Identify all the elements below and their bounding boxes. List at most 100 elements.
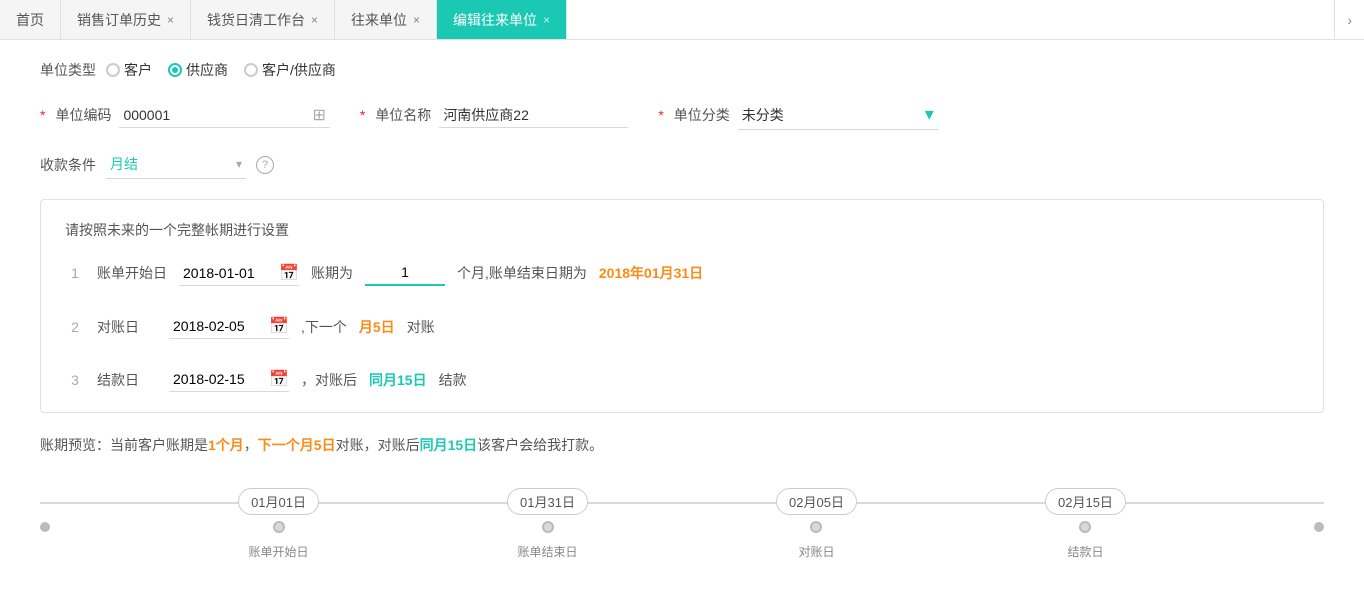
tab-edit-partner-label: 编辑往来单位: [453, 10, 537, 30]
tab-overflow-arrow[interactable]: ›: [1334, 0, 1364, 39]
unit-category-star: *: [658, 107, 663, 123]
period-label: 账期为: [311, 263, 353, 283]
timeline-badge-4: 02月15日: [1045, 488, 1126, 515]
unit-type-label: 单位类型: [40, 60, 96, 80]
unit-code-input[interactable]: [119, 103, 308, 127]
payment-desc-suffix: 结款: [439, 370, 467, 390]
radio-customer-supplier-label: 客户/供应商: [262, 60, 336, 80]
timeline-label-4: 结款日: [1067, 543, 1103, 560]
unit-name-label: 单位名称: [375, 105, 431, 125]
radio-supplier[interactable]: 供应商: [168, 60, 228, 80]
preview-prefix: 账期预览：当前客户账期是: [40, 437, 208, 453]
copy-icon[interactable]: ⊞: [308, 105, 329, 125]
tab-partner-units[interactable]: 往来单位 ×: [335, 0, 437, 39]
row-label-2: 对账日: [97, 317, 157, 337]
timeline-label-1: 账单开始日: [249, 543, 309, 560]
main-content: 单位类型 客户 供应商 客户/供应商 * 单位编码 ⊞: [0, 40, 1364, 608]
payment-highlight: 同月15日: [369, 370, 427, 390]
start-date-input[interactable]: [179, 261, 279, 285]
unit-category-value: 未分类: [742, 105, 784, 125]
setting-row-3: 3 结款日 📅 ，对账后 同月15日 结款: [65, 367, 1299, 392]
reconcile-date-input[interactable]: [169, 314, 269, 338]
close-partner-units-icon[interactable]: ×: [413, 13, 420, 27]
preview-sep2: 对账，对账后: [336, 437, 420, 453]
timeline-point-1: 01月01日 账单开始日: [238, 488, 319, 560]
timeline-badge-3: 02月05日: [776, 488, 857, 515]
close-edit-partner-icon[interactable]: ×: [543, 13, 550, 27]
unit-type-row: 单位类型 客户 供应商 客户/供应商: [40, 60, 1324, 80]
reconcile-date-calendar-icon[interactable]: 📅: [269, 316, 289, 336]
setting-row-1: 1 账单开始日 📅 账期为 个月,账单结束日期为 2018年01月31日: [65, 260, 1299, 286]
payment-date-input-box: 📅: [169, 367, 289, 392]
unit-category-group: * 单位分类 未分类 ▾: [658, 100, 937, 130]
unit-code-input-wrapper: ⊞: [119, 103, 329, 128]
unit-name-input[interactable]: [439, 103, 628, 128]
unit-info-row: * 单位编码 ⊞ * 单位名称 * 单位分类 未分类 ▾: [40, 100, 1324, 130]
tab-home[interactable]: 首页: [0, 0, 61, 39]
payment-terms-chevron: ▾: [236, 157, 242, 171]
reconcile-highlight: 月5日: [359, 317, 395, 337]
timeline-dot-1: [273, 521, 285, 533]
preview-suffix: 该客户会给我打款。: [477, 437, 603, 453]
tab-cash-work-label: 钱货日清工作台: [207, 10, 305, 30]
preview-text: 账期预览：当前客户账期是1个月，下一个月5日对账，对账后同月15日该客户会给我打…: [40, 433, 1324, 458]
tab-sales-order[interactable]: 销售订单历史 ×: [61, 0, 191, 39]
radio-supplier-circle: [168, 63, 182, 77]
radio-customer[interactable]: 客户: [106, 60, 152, 80]
radio-customer-label: 客户: [124, 60, 152, 80]
unit-name-group: * 单位名称: [360, 103, 628, 128]
row-num-1: 1: [65, 265, 85, 281]
timeline-start-dot: [40, 522, 50, 532]
radio-customer-circle: [106, 63, 120, 77]
section-title: 请按照未来的一个完整帐期进行设置: [65, 220, 1299, 240]
payment-terms-label: 收款条件: [40, 155, 96, 175]
close-cash-work-icon[interactable]: ×: [311, 13, 318, 27]
settings-section: 请按照未来的一个完整帐期进行设置 1 账单开始日 📅 账期为 个月,账单结束日期…: [40, 199, 1324, 413]
timeline-left-dot: [40, 494, 50, 560]
start-date-calendar-icon[interactable]: 📅: [279, 263, 299, 283]
chevron-right-icon: ›: [1347, 12, 1352, 28]
payment-terms-row: 收款条件 月结 ▾ ?: [40, 150, 1324, 179]
tab-cash-work[interactable]: 钱货日清工作台 ×: [191, 0, 335, 39]
unit-type-radio-group: 客户 供应商 客户/供应商: [106, 60, 336, 80]
tab-edit-partner[interactable]: 编辑往来单位 ×: [437, 0, 567, 39]
payment-date-calendar-icon[interactable]: 📅: [269, 369, 289, 389]
timeline-end-dot: [1314, 522, 1324, 532]
reconcile-desc-suffix: 对账: [407, 317, 435, 337]
tab-sales-order-label: 销售订单历史: [77, 10, 161, 30]
close-sales-order-icon[interactable]: ×: [167, 13, 174, 27]
payment-terms-select[interactable]: 月结 ▾: [106, 150, 246, 179]
unit-code-star: *: [40, 107, 45, 123]
radio-supplier-label: 供应商: [186, 60, 228, 80]
unit-name-star: *: [360, 107, 365, 123]
row-label-3: 结款日: [97, 370, 157, 390]
preview-sep1: ，: [244, 437, 258, 453]
payment-terms-value: 月结: [110, 154, 230, 174]
radio-customer-supplier-circle: [244, 63, 258, 77]
timeline-dot-2: [542, 521, 554, 533]
timeline: 01月01日 账单开始日 01月31日 账单结束日 02月05日 对账日 02月…: [40, 478, 1324, 570]
unit-category-chevron: ▾: [925, 104, 934, 125]
timeline-badge-1: 01月01日: [238, 488, 319, 515]
row-num-2: 2: [65, 319, 85, 335]
timeline-right-dot: [1314, 494, 1324, 560]
preview-part1: 1个月: [208, 437, 244, 453]
reconcile-desc-prefix: ,下一个: [301, 317, 347, 337]
preview-part3: 同月15日: [420, 437, 478, 453]
preview-part2: 下一个月5日: [258, 437, 336, 453]
start-date-input-box: 📅: [179, 261, 299, 286]
timeline-point-4: 02月15日 结款日: [1045, 488, 1126, 560]
row-num-3: 3: [65, 372, 85, 388]
period-end-date: 2018年01月31日: [599, 263, 703, 283]
payment-date-input[interactable]: [169, 367, 269, 391]
timeline-label-2: 账单结束日: [518, 543, 578, 560]
timeline-dot-4: [1079, 521, 1091, 533]
radio-customer-supplier[interactable]: 客户/供应商: [244, 60, 336, 80]
help-icon[interactable]: ?: [256, 156, 274, 174]
row-label-1: 账单开始日: [97, 263, 167, 283]
unit-code-group: * 单位编码 ⊞: [40, 103, 330, 128]
unit-category-select[interactable]: 未分类 ▾: [738, 100, 938, 130]
period-input[interactable]: [365, 260, 445, 286]
unit-code-label: 单位编码: [55, 105, 111, 125]
payment-desc-prefix: ，对账后: [301, 370, 357, 390]
